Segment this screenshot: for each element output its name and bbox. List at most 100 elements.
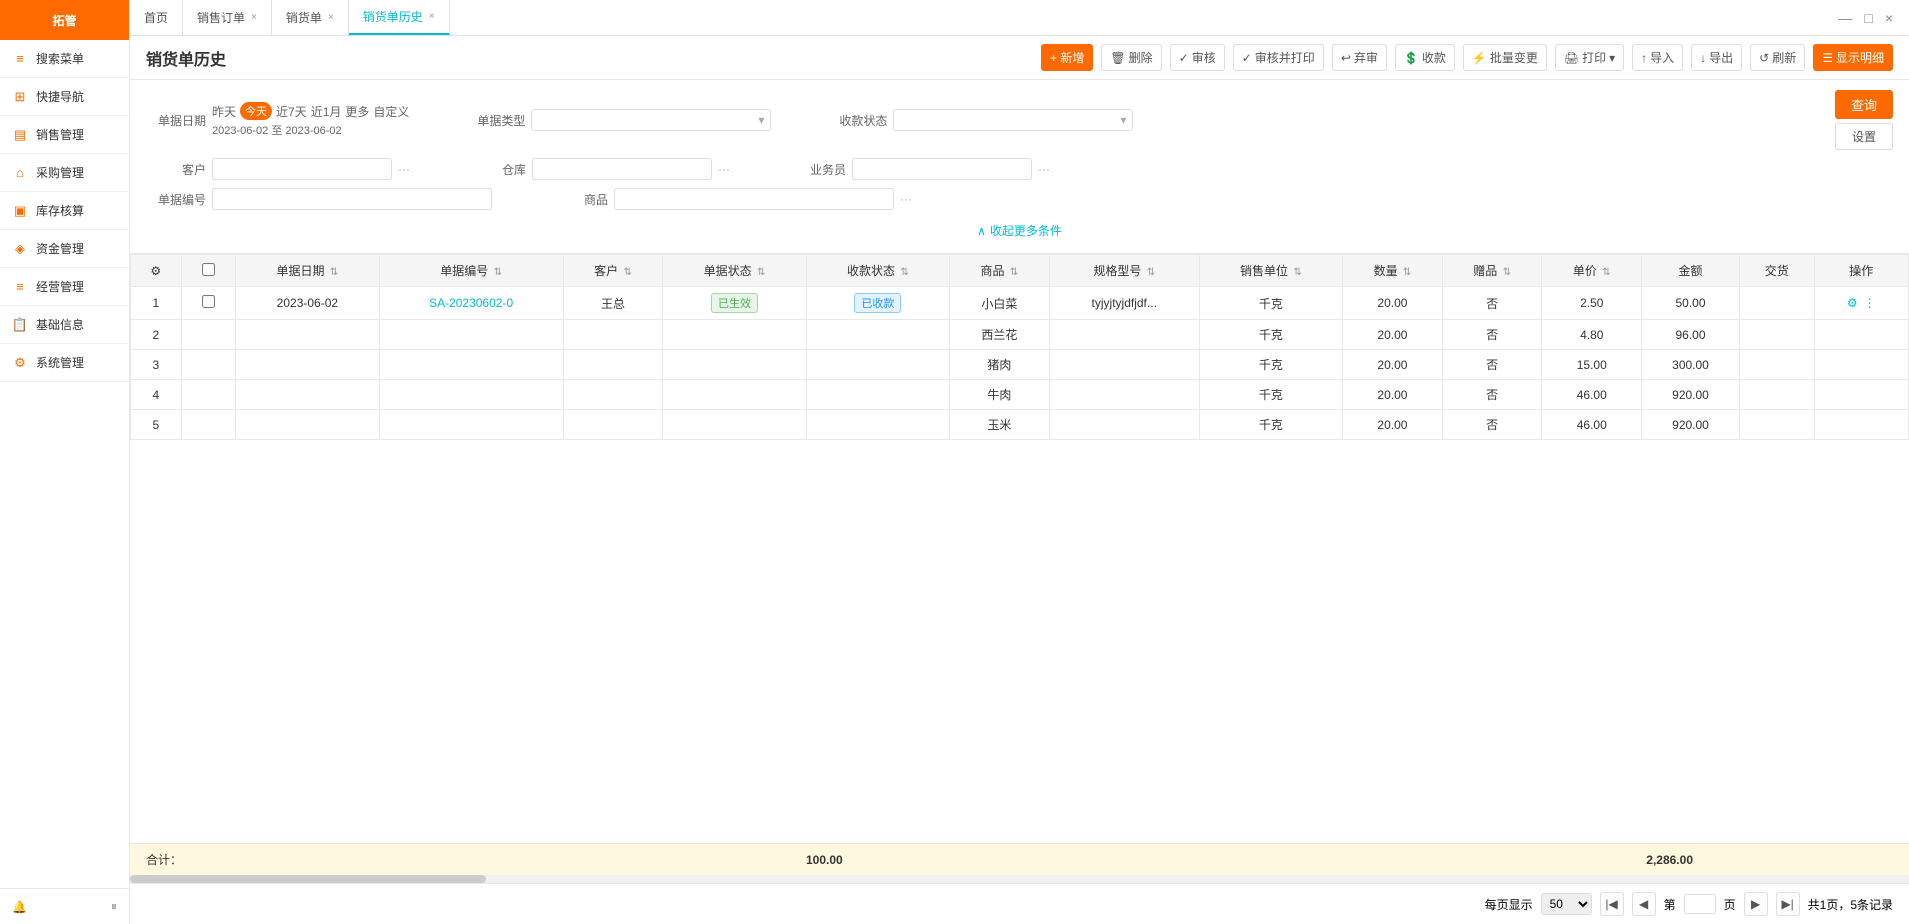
payment-status-select[interactable]: ▾ <box>893 109 1133 131</box>
sidebar-item-sys-mgmt[interactable]: ⚙ 系统管理 <box>0 344 129 382</box>
sidebar-item-label: 基础信息 <box>36 316 84 333</box>
delete-button[interactable]: 🗑 删除 <box>1101 44 1161 71</box>
tab-sales-order-label: 销售订单 <box>197 9 245 26</box>
cell-price: 15.00 <box>1542 350 1642 380</box>
show-detail-icon: ☰ <box>1822 51 1833 65</box>
col-date[interactable]: 单据日期 ⇅ <box>236 255 379 287</box>
agent-picker-icon[interactable]: ··· <box>1038 162 1050 176</box>
sidebar-item-purchase-mgmt[interactable]: ⌂ 采购管理 <box>0 154 129 192</box>
maximize-button[interactable]: □ <box>1858 10 1878 26</box>
more-action-btn[interactable]: ⋮ <box>1864 296 1876 310</box>
notification-icon[interactable]: 🔔 <box>12 900 27 914</box>
setting-button[interactable]: 设置 <box>1835 123 1893 150</box>
sidebar-item-finance-mgmt[interactable]: ◈ 资金管理 <box>0 230 129 268</box>
col-price[interactable]: 单价 ⇅ <box>1542 255 1642 287</box>
warehouse-input[interactable] <box>532 158 712 180</box>
doc-type-label: 单据类型 <box>465 112 525 129</box>
shortcut-1month[interactable]: 近1月 <box>311 103 342 120</box>
import-button[interactable]: ↑ 导入 <box>1632 44 1683 71</box>
sidebar-item-quick-nav[interactable]: ⊞ 快捷导航 <box>0 78 129 116</box>
new-button[interactable]: + 新增 <box>1041 44 1093 71</box>
sidebar-item-ops-mgmt[interactable]: ≡ 经营管理 <box>0 268 129 306</box>
minimize-button[interactable]: — <box>1832 10 1858 26</box>
edit-action-btn[interactable]: ⚙ <box>1847 296 1858 310</box>
col-customer[interactable]: 客户 ⇅ <box>563 255 663 287</box>
col-unit[interactable]: 销售单位 ⇅ <box>1199 255 1342 287</box>
col-gift[interactable]: 赠品 ⇅ <box>1442 255 1542 287</box>
collapse-filter-button[interactable]: ∧ 收起更多条件 <box>146 218 1893 243</box>
warehouse-picker-icon[interactable]: ··· <box>718 162 730 176</box>
customer-picker-icon[interactable]: ··· <box>398 162 410 176</box>
sort-doc-status-icon: ⇅ <box>757 267 765 278</box>
abandon-button[interactable]: ↩ 弃审 <box>1332 44 1387 71</box>
tab-home[interactable]: 首页 <box>130 0 183 35</box>
col-qty[interactable]: 数量 ⇅ <box>1343 255 1443 287</box>
query-button[interactable]: 查询 <box>1835 90 1893 119</box>
tab-sales-delivery-close[interactable]: × <box>328 12 334 23</box>
tab-sales-history-close[interactable]: × <box>429 11 435 22</box>
col-pay-status[interactable]: 收款状态 ⇅ <box>806 255 949 287</box>
last-page-button[interactable]: ▶| <box>1776 892 1800 916</box>
batch-change-button[interactable]: ⚡ 批量变更 <box>1463 44 1547 71</box>
basic-info-icon: 📋 <box>12 317 28 333</box>
delete-icon: 🗑 <box>1110 51 1125 65</box>
scrollbar-thumb[interactable] <box>130 875 486 883</box>
horizontal-scrollbar[interactable] <box>130 875 1909 883</box>
col-goods[interactable]: 商品 ⇅ <box>950 255 1050 287</box>
sidebar-item-label: 采购管理 <box>36 164 84 181</box>
stock-calc-icon: ▣ <box>12 203 28 219</box>
page-content: 销货单历史 + 新增 🗑 删除 ✓ 审核 ✓ 审核并打印 ↩ 弃审 <box>130 36 1909 924</box>
print-button[interactable]: 🖨 打印 ▾ <box>1555 44 1624 71</box>
close-button[interactable]: × <box>1879 10 1899 26</box>
show-detail-button[interactable]: ☰ 显示明细 <box>1813 44 1893 71</box>
shortcut-yesterday[interactable]: 昨天 <box>212 103 236 120</box>
first-page-button[interactable]: |◀ <box>1600 892 1624 916</box>
select-all-checkbox[interactable] <box>202 263 215 276</box>
tab-sales-delivery[interactable]: 销货单 × <box>272 0 349 35</box>
cell-amount: 920.00 <box>1642 410 1740 440</box>
shortcut-7days[interactable]: 近7天 <box>276 103 307 120</box>
doc-no-input[interactable] <box>212 188 492 210</box>
row-checkbox[interactable] <box>202 295 215 308</box>
goods-input[interactable] <box>614 188 894 210</box>
approve-button[interactable]: ✓ 审核 <box>1170 44 1225 71</box>
shortcut-today[interactable]: 今天 <box>240 102 272 120</box>
tab-sales-order[interactable]: 销售订单 × <box>183 0 272 35</box>
sidebar-item-stock-calc[interactable]: ▣ 库存核算 <box>0 192 129 230</box>
col-doc-no[interactable]: 单据编号 ⇅ <box>379 255 563 287</box>
sidebar-item-sales-mgmt[interactable]: ▤ 销售管理 <box>0 116 129 154</box>
cell-customer: 王总 <box>563 287 663 320</box>
col-doc-status[interactable]: 单据状态 ⇅ <box>663 255 806 287</box>
col-settings[interactable]: ⚙ <box>131 255 182 287</box>
next-page-button[interactable]: ▶ <box>1744 892 1768 916</box>
doc-no-link[interactable]: SA-20230602-0 <box>429 296 513 310</box>
tab-sales-order-close[interactable]: × <box>251 12 257 23</box>
table-header-row: ⚙ 单据日期 ⇅ 单据编号 ⇅ 客户 ⇅ 单据状态 ⇅ 收款状态 ⇅ 商品 ⇅ … <box>131 255 1909 287</box>
refresh-button[interactable]: ↺ 刷新 <box>1750 44 1805 71</box>
cell-qty: 20.00 <box>1343 320 1443 350</box>
prev-page-button[interactable]: ◀ <box>1632 892 1656 916</box>
sidebar-item-label: 销售管理 <box>36 126 84 143</box>
per-page-select[interactable]: 50 100 200 <box>1541 893 1592 915</box>
export-button[interactable]: ↓ 导出 <box>1691 44 1742 71</box>
customer-input[interactable] <box>212 158 392 180</box>
doc-type-select[interactable]: ▾ <box>531 109 771 131</box>
agent-input[interactable] <box>852 158 1032 180</box>
cell-customer <box>563 350 663 380</box>
sidebar-item-label: 资金管理 <box>36 240 84 257</box>
cell-amount: 50.00 <box>1642 287 1740 320</box>
date-range-display: 2023-06-02 至 2023-06-02 <box>212 122 409 138</box>
shortcut-custom[interactable]: 自定义 <box>373 103 409 120</box>
cell-date <box>236 320 379 350</box>
tab-sales-history[interactable]: 销货单历史 × <box>349 0 450 35</box>
collect-button[interactable]: 💲 收款 <box>1395 44 1455 71</box>
cell-price: 2.50 <box>1542 287 1642 320</box>
col-spec[interactable]: 规格型号 ⇅ <box>1049 255 1199 287</box>
sidebar-item-search-menu[interactable]: ≡ 搜索菜单 <box>0 40 129 78</box>
sidebar-item-basic-info[interactable]: 📋 基础信息 <box>0 306 129 344</box>
shortcut-more[interactable]: 更多 <box>345 103 369 120</box>
approve-print-button[interactable]: ✓ 审核并打印 <box>1233 44 1324 71</box>
page-number-input[interactable]: 1 <box>1684 894 1716 914</box>
goods-picker-icon[interactable]: ··· <box>900 192 912 206</box>
pause-icon[interactable]: ⏸ <box>111 899 117 914</box>
